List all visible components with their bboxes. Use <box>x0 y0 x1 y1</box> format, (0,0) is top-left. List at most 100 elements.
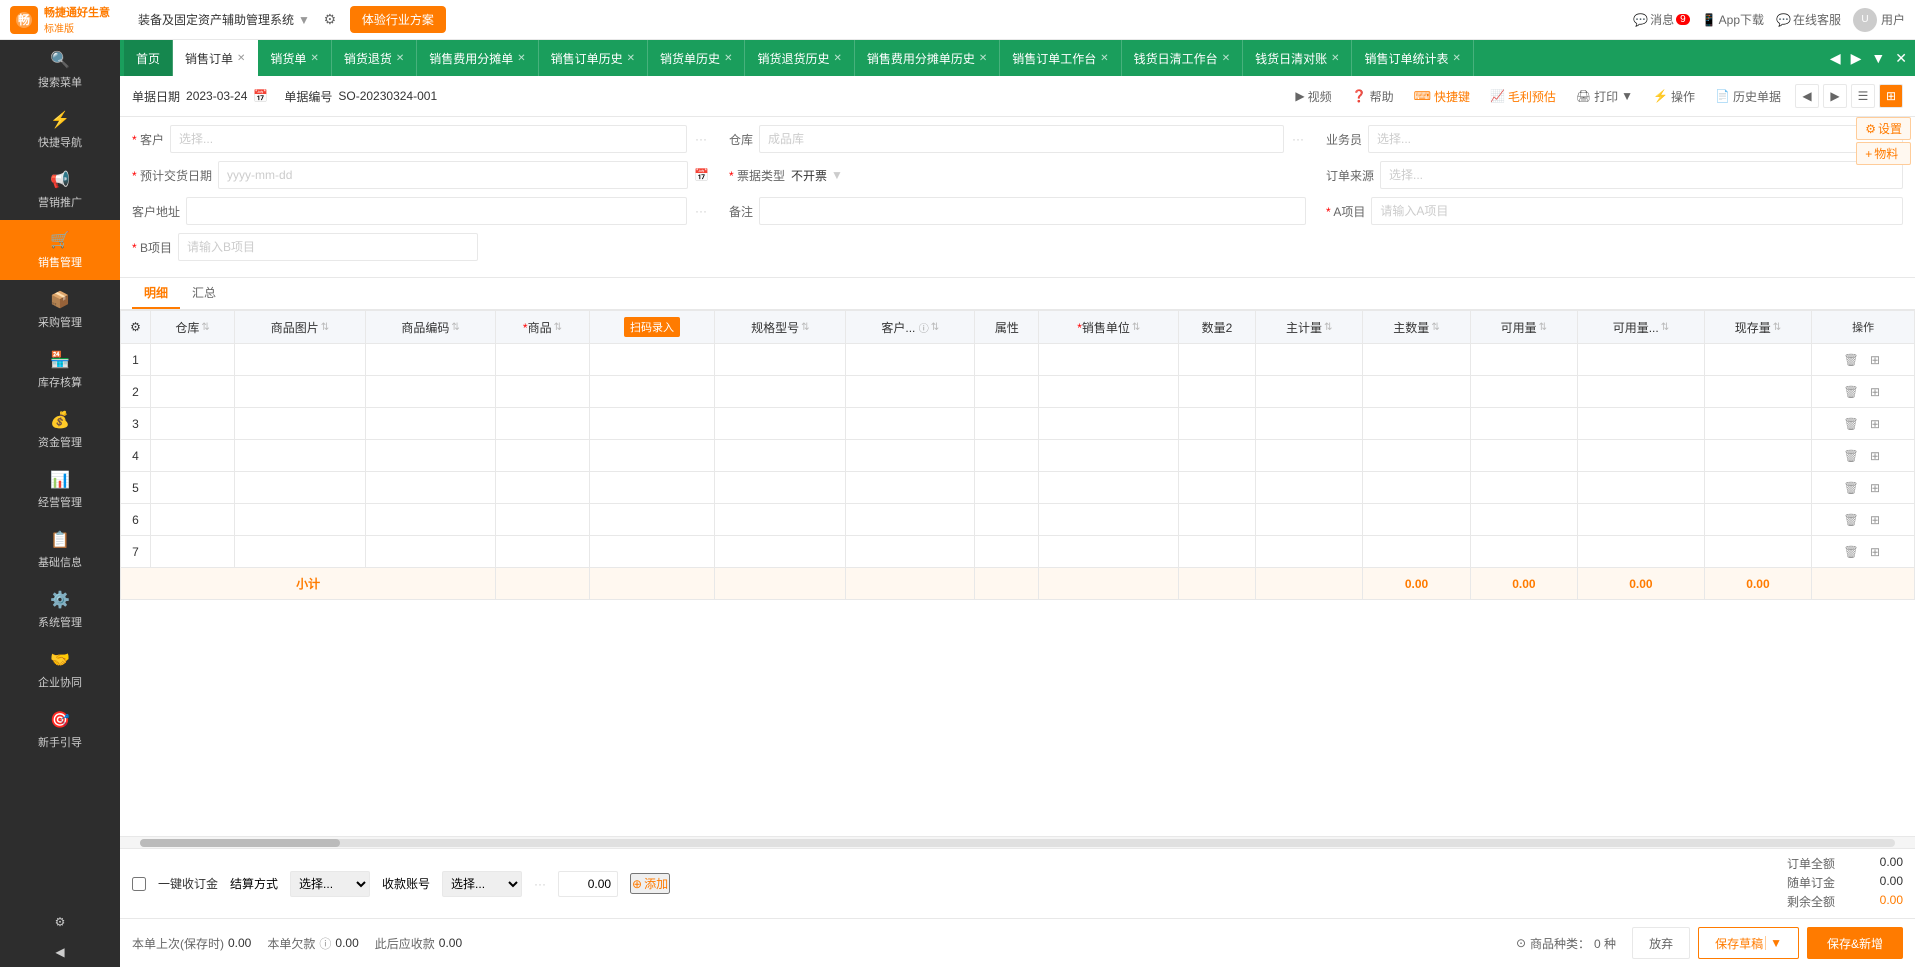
row-product-image[interactable] <box>235 408 366 440</box>
staff-input[interactable] <box>1368 125 1903 153</box>
row-product-name[interactable] <box>496 440 589 472</box>
row-sales-unit[interactable] <box>1039 440 1179 472</box>
help-btn[interactable]: ❓ 帮助 <box>1346 86 1400 107</box>
tab-close-sales-fee[interactable]: ✕ <box>517 53 525 64</box>
row-main-unit[interactable] <box>1255 440 1362 472</box>
user-area[interactable]: U 用户 <box>1853 8 1905 32</box>
payment-method-select[interactable]: 选择... <box>290 871 370 897</box>
view-btn[interactable]: ▶ 视频 <box>1289 86 1337 107</box>
add-item-float-btn[interactable]: + 物料 <box>1856 142 1911 165</box>
row-main-qty[interactable] <box>1363 504 1470 536</box>
row-qty2[interactable] <box>1179 376 1256 408</box>
row-available[interactable] <box>1470 408 1577 440</box>
tab-sales-workbench[interactable]: 销售订单工作台 ✕ <box>1000 40 1121 76</box>
row-qty2[interactable] <box>1179 472 1256 504</box>
settings-button[interactable]: ⚙ <box>318 8 342 32</box>
tab-sales-order-hist[interactable]: 销售订单历史 ✕ <box>539 40 648 76</box>
setting-float-btn[interactable]: ⚙ 设置 <box>1856 117 1911 140</box>
add-payment-btn[interactable]: ⊕ 添加 <box>630 873 670 894</box>
sidebar-collapse-btn[interactable]: ◀ <box>0 937 120 967</box>
row-spec[interactable] <box>715 472 846 504</box>
row-copy-btn[interactable]: ⊞ <box>1865 382 1885 402</box>
save-new-button[interactable]: 保存&新增 <box>1807 927 1903 959</box>
invoice-dropdown-icon[interactable]: ▼ <box>831 168 843 182</box>
sort-code-icon[interactable]: ⇅ <box>451 322 459 333</box>
row-customer-code[interactable] <box>846 408 975 440</box>
row-spec[interactable] <box>715 536 846 568</box>
grid-view-btn[interactable]: ⊞ <box>1879 84 1903 108</box>
scroll-thumb[interactable] <box>140 839 340 847</box>
tab-close-workbench[interactable]: ✕ <box>1100 53 1108 64</box>
customer-input[interactable] <box>170 125 687 153</box>
sort-image-icon[interactable]: ⇅ <box>321 322 329 333</box>
sidebar-item-operations[interactable]: 📊 经营管理 <box>0 460 120 520</box>
row-available2[interactable] <box>1578 376 1705 408</box>
tab-fee-hist[interactable]: 销售费用分摊单历史 ✕ <box>855 40 1000 76</box>
tab-cash-reconcile[interactable]: 钱货日清对账 ✕ <box>1243 40 1352 76</box>
industry-button[interactable]: 体验行业方案 <box>350 6 446 33</box>
row-available2[interactable] <box>1578 472 1705 504</box>
tab-detail[interactable]: 明细 <box>132 278 180 309</box>
row-spec[interactable] <box>715 344 846 376</box>
chevron-down-icon[interactable]: ▼ <box>298 13 310 27</box>
row-main-qty[interactable] <box>1363 408 1470 440</box>
row-main-unit[interactable] <box>1255 344 1362 376</box>
row-warehouse[interactable] <box>151 408 235 440</box>
row-available2[interactable] <box>1578 344 1705 376</box>
tab-sales-stats[interactable]: 销售订单统计表 ✕ <box>1352 40 1473 76</box>
row-sales-unit[interactable] <box>1039 376 1179 408</box>
tab-sales-return[interactable]: 销货单 ✕ <box>258 40 331 76</box>
row-warehouse[interactable] <box>151 536 235 568</box>
row-main-unit[interactable] <box>1255 376 1362 408</box>
message-area[interactable]: 💬 消息 9 <box>1633 11 1690 28</box>
row-product-code[interactable] <box>365 344 496 376</box>
row-main-qty[interactable] <box>1363 472 1470 504</box>
row-product-code[interactable] <box>365 440 496 472</box>
row-available[interactable] <box>1470 344 1577 376</box>
row-warehouse[interactable] <box>151 472 235 504</box>
customer-address-input[interactable] <box>186 197 687 225</box>
row-delete-btn[interactable]: 🗑 <box>1841 350 1861 370</box>
row-warehouse[interactable] <box>151 440 235 472</box>
nav-prev-btn[interactable]: ◀ <box>1795 84 1819 108</box>
row-product-name[interactable] <box>496 536 589 568</box>
table-area[interactable]: ⚙ 仓库⇅ 商品图片⇅ 商品编码⇅ <box>120 310 1915 836</box>
row-customer-code[interactable] <box>846 376 975 408</box>
row-stock[interactable] <box>1704 408 1811 440</box>
print-btn[interactable]: 🖨 打印 ▼ <box>1570 86 1639 107</box>
row-available[interactable] <box>1470 536 1577 568</box>
row-delete-btn[interactable]: 🗑 <box>1841 414 1861 434</box>
row-spec[interactable] <box>715 376 846 408</box>
sidebar-item-finance[interactable]: 💰 资金管理 <box>0 400 120 460</box>
tab-close-fee-hist[interactable]: ✕ <box>979 53 987 64</box>
row-attr[interactable] <box>975 472 1039 504</box>
row-main-qty[interactable] <box>1363 536 1470 568</box>
history-btn[interactable]: 📄 历史单据 <box>1709 86 1787 107</box>
row-qty2[interactable] <box>1179 344 1256 376</box>
row-stock[interactable] <box>1704 376 1811 408</box>
tab-sales-order[interactable]: 销售订单 ✕ <box>173 40 258 76</box>
row-copy-btn[interactable]: ⊞ <box>1865 414 1885 434</box>
th-settings[interactable]: ⚙ <box>121 311 151 344</box>
sidebar-item-purchase[interactable]: 📦 采购管理 <box>0 280 120 340</box>
payment-amount-input[interactable] <box>558 871 618 897</box>
tab-close-sales-order[interactable]: ✕ <box>237 53 245 64</box>
tab-return-goods-hist[interactable]: 销货退货历史 ✕ <box>745 40 854 76</box>
row-customer-code[interactable] <box>846 536 975 568</box>
sort-stock-icon[interactable]: ⇅ <box>1773 322 1781 333</box>
row-warehouse[interactable] <box>151 376 235 408</box>
tab-close-all-btn[interactable]: ✕ <box>1891 50 1911 67</box>
row-attr[interactable] <box>975 408 1039 440</box>
scroll-bar[interactable] <box>120 836 1915 848</box>
row-product-name[interactable] <box>496 376 589 408</box>
row-main-unit[interactable] <box>1255 536 1362 568</box>
row-spec[interactable] <box>715 504 846 536</box>
row-available2[interactable] <box>1578 504 1705 536</box>
row-product-image[interactable] <box>235 376 366 408</box>
save-draft-dropdown-icon[interactable]: ▼ <box>1765 936 1782 950</box>
warehouse-input[interactable] <box>759 125 1284 153</box>
row-available[interactable] <box>1470 376 1577 408</box>
row-product-name[interactable] <box>496 472 589 504</box>
row-product-code[interactable] <box>365 504 496 536</box>
row-delete-btn[interactable]: 🗑 <box>1841 382 1861 402</box>
